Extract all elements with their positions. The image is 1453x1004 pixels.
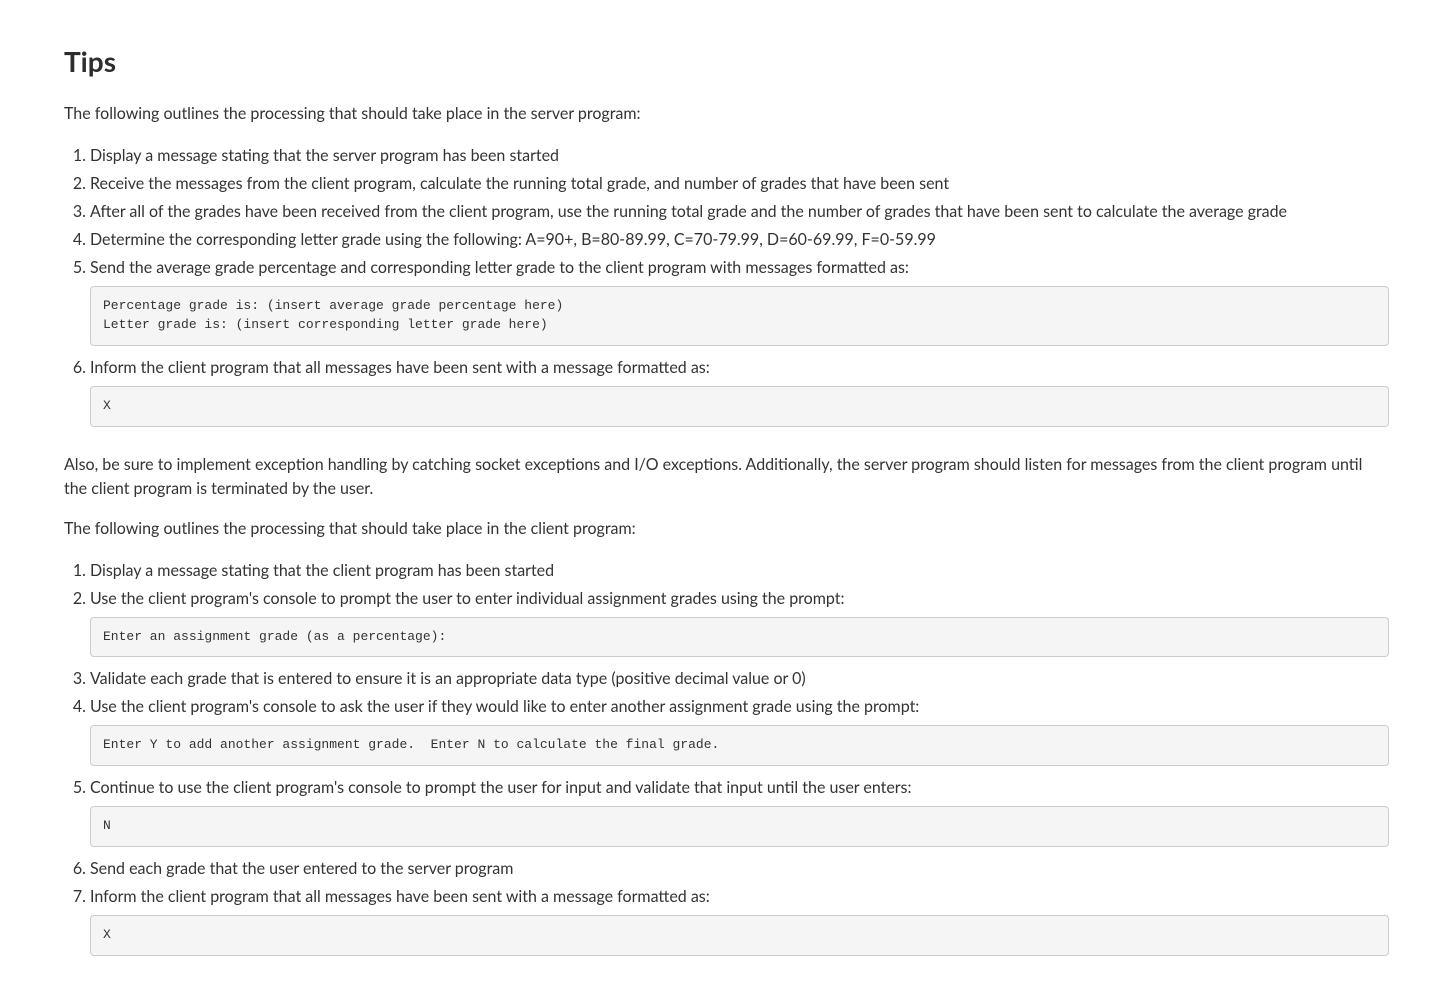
client-step-1: Display a message stating that the clien… (90, 557, 1389, 585)
client-step-7-text: Inform the client program that all messa… (90, 887, 710, 906)
server-step-4: Determine the corresponding letter grade… (90, 226, 1389, 254)
client-step-5-code: N (90, 806, 1389, 847)
client-step-4: Use the client program's console to ask … (90, 693, 1389, 774)
client-step-5-text: Continue to use the client program's con… (90, 778, 911, 797)
server-step-6: Inform the client program that all messa… (90, 354, 1389, 435)
client-step-4-code: Enter Y to add another assignment grade.… (90, 725, 1389, 766)
exception-paragraph: Also, be sure to implement exception han… (64, 453, 1389, 501)
client-steps-list: Display a message stating that the clien… (64, 557, 1389, 964)
server-intro-text: The following outlines the processing th… (64, 102, 1389, 126)
server-step-6-code: X (90, 386, 1389, 427)
tips-heading: Tips (64, 40, 1389, 82)
server-step-5-text: Send the average grade percentage and co… (90, 258, 909, 277)
client-step-5: Continue to use the client program's con… (90, 774, 1389, 855)
client-step-4-text: Use the client program's console to ask … (90, 697, 919, 716)
server-step-3: After all of the grades have been receiv… (90, 198, 1389, 226)
client-step-6: Send each grade that the user entered to… (90, 855, 1389, 883)
client-step-2: Use the client program's console to prom… (90, 585, 1389, 666)
client-step-3: Validate each grade that is entered to e… (90, 665, 1389, 693)
server-step-1: Display a message stating that the serve… (90, 142, 1389, 170)
client-step-7-code: X (90, 915, 1389, 956)
client-intro-text: The following outlines the processing th… (64, 517, 1389, 541)
client-step-7: Inform the client program that all messa… (90, 883, 1389, 964)
server-step-5: Send the average grade percentage and co… (90, 254, 1389, 354)
client-step-2-code: Enter an assignment grade (as a percenta… (90, 617, 1389, 658)
server-steps-list: Display a message stating that the serve… (64, 142, 1389, 435)
server-step-6-text: Inform the client program that all messa… (90, 358, 710, 377)
client-step-2-text: Use the client program's console to prom… (90, 589, 845, 608)
server-step-5-code: Percentage grade is: (insert average gra… (90, 286, 1389, 346)
server-step-2: Receive the messages from the client pro… (90, 170, 1389, 198)
